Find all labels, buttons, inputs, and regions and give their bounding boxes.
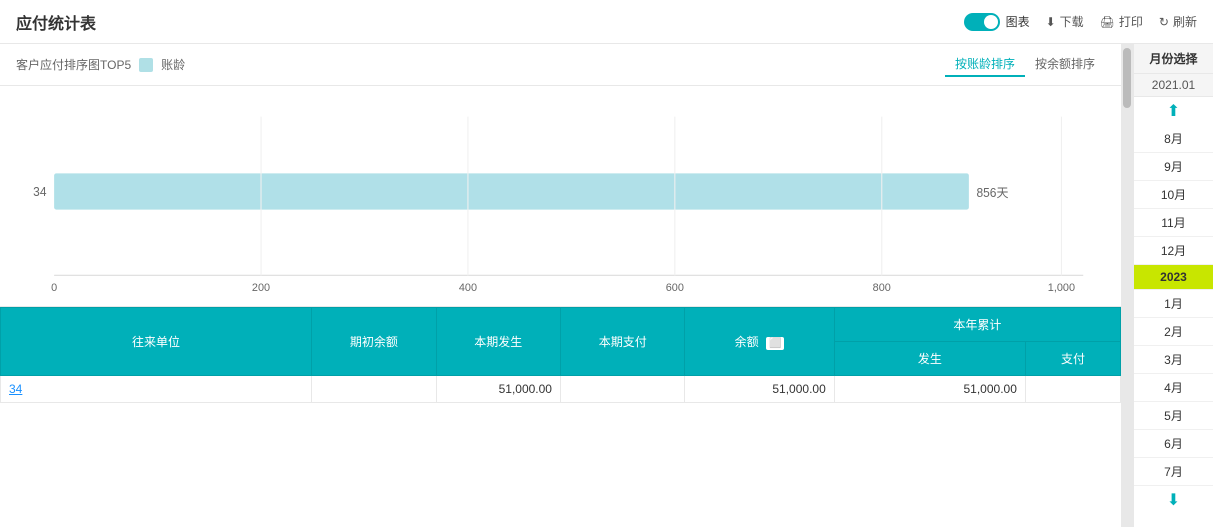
col-current-payment-header: 本期支付 [560, 308, 684, 376]
right-sidebar: 月份选择 2021.01 ⬆ 8月 9月 10月 11月 12月 2023 1月… [1133, 44, 1213, 527]
sidebar-month-11[interactable]: 11月 [1134, 209, 1213, 237]
refresh-icon: ↻ [1159, 15, 1169, 29]
svg-text:200: 200 [252, 282, 270, 294]
svg-text:1,000: 1,000 [1048, 282, 1075, 294]
sidebar-month-6[interactable]: 6月 [1134, 430, 1213, 458]
cell-ytd-amount: 51,000.00 [834, 376, 1025, 403]
sidebar-month-7[interactable]: 7月 [1134, 458, 1213, 486]
data-table: 往来单位 期初余额 本期发生 本期支付 余额 ⬜ 本年累计 [0, 307, 1121, 403]
sort-by-balance-button[interactable]: 按余额排序 [1025, 52, 1105, 77]
col-ytd-amount-header: 发生 [834, 342, 1025, 376]
col-balance-header: 余额 ⬜ [685, 308, 834, 376]
table-header-row: 往来单位 期初余额 本期发生 本期支付 余额 ⬜ 本年累计 [1, 308, 1121, 342]
legend-color-box [139, 58, 153, 72]
bar-chart: 34 856天 0 200 400 600 800 1,000 [16, 94, 1105, 298]
sidebar-month-list: ⬆ 8月 9月 10月 11月 12月 2023 1月 2月 3月 4月 5月 … [1134, 97, 1213, 527]
sidebar-up-button[interactable]: ⬆ [1134, 97, 1213, 125]
print-button[interactable]: 🖨 打印 [1100, 13, 1143, 30]
chart-legend: 客户应付排序图TOP5 账龄 [16, 56, 185, 73]
svg-text:800: 800 [873, 282, 891, 294]
cell-opening [312, 376, 436, 403]
cell-current-amount: 51,000.00 [436, 376, 560, 403]
sidebar-month-1[interactable]: 1月 [1134, 290, 1213, 318]
sidebar-year-2023: 2023 [1134, 265, 1213, 290]
svg-text:400: 400 [459, 282, 477, 294]
sidebar-month-12[interactable]: 12月 [1134, 237, 1213, 265]
col-opening-header: 期初余额 [312, 308, 436, 376]
cell-unit: 34 [1, 376, 312, 403]
chart-toggle[interactable] [964, 13, 1000, 31]
col-ytd-payment-header: 支付 [1025, 342, 1120, 376]
sidebar-down-button[interactable]: ⬇ [1134, 486, 1213, 514]
print-icon: 🖨 [1100, 15, 1115, 29]
chart-toggle-label: 图表 [1006, 13, 1030, 30]
sort-buttons: 按账龄排序 按余额排序 [945, 52, 1105, 77]
scroll-thumb [1123, 48, 1131, 108]
chart-area: 34 856天 0 200 400 600 800 1,000 [0, 86, 1121, 306]
unit-link[interactable]: 34 [9, 382, 22, 396]
table-row: 34 51,000.00 51,000.00 51,000.00 [1, 376, 1121, 403]
cell-ytd-payment [1025, 376, 1120, 403]
sidebar-month-2[interactable]: 2月 [1134, 318, 1213, 346]
col-unit-header: 往来单位 [1, 308, 312, 376]
chart-legend-label: 客户应付排序图TOP5 [16, 56, 131, 73]
cell-balance: 51,000.00 [685, 376, 834, 403]
scrollbar [1121, 44, 1133, 527]
sidebar-header: 月份选择 [1134, 44, 1213, 74]
sidebar-month-10[interactable]: 10月 [1134, 181, 1213, 209]
sidebar-month-5[interactable]: 5月 [1134, 402, 1213, 430]
sidebar-month-3[interactable]: 3月 [1134, 346, 1213, 374]
svg-text:856天: 856天 [976, 186, 1008, 200]
sidebar-month-8[interactable]: 8月 [1134, 125, 1213, 153]
sidebar-month-4[interactable]: 4月 [1134, 374, 1213, 402]
sidebar-year: 2021.01 [1134, 74, 1213, 97]
download-button[interactable]: ⬇ 下载 [1046, 13, 1084, 30]
cell-current-payment [560, 376, 684, 403]
col-ytd-header: 本年累计 [834, 308, 1120, 342]
download-icon: ⬇ [1046, 15, 1056, 29]
chart-header: 客户应付排序图TOP5 账龄 按账龄排序 按余额排序 [0, 44, 1121, 86]
sort-by-amount-button[interactable]: 按账龄排序 [945, 52, 1025, 77]
legend-item-label: 账龄 [161, 56, 185, 73]
sidebar-month-9[interactable]: 9月 [1134, 153, 1213, 181]
svg-text:34: 34 [33, 185, 47, 199]
table-section: 往来单位 期初余额 本期发生 本期支付 余额 ⬜ 本年累计 [0, 306, 1121, 403]
col-current-amount-header: 本期发生 [436, 308, 560, 376]
header-actions: 图表 ⬇ 下载 🖨 打印 ↻ 刷新 [964, 13, 1197, 31]
refresh-button[interactable]: ↻ 刷新 [1159, 13, 1197, 30]
chart-toggle-wrapper: 图表 [964, 13, 1030, 31]
svg-text:0: 0 [51, 282, 57, 294]
svg-text:600: 600 [666, 282, 684, 294]
page-title: 应付统计表 [16, 10, 96, 34]
